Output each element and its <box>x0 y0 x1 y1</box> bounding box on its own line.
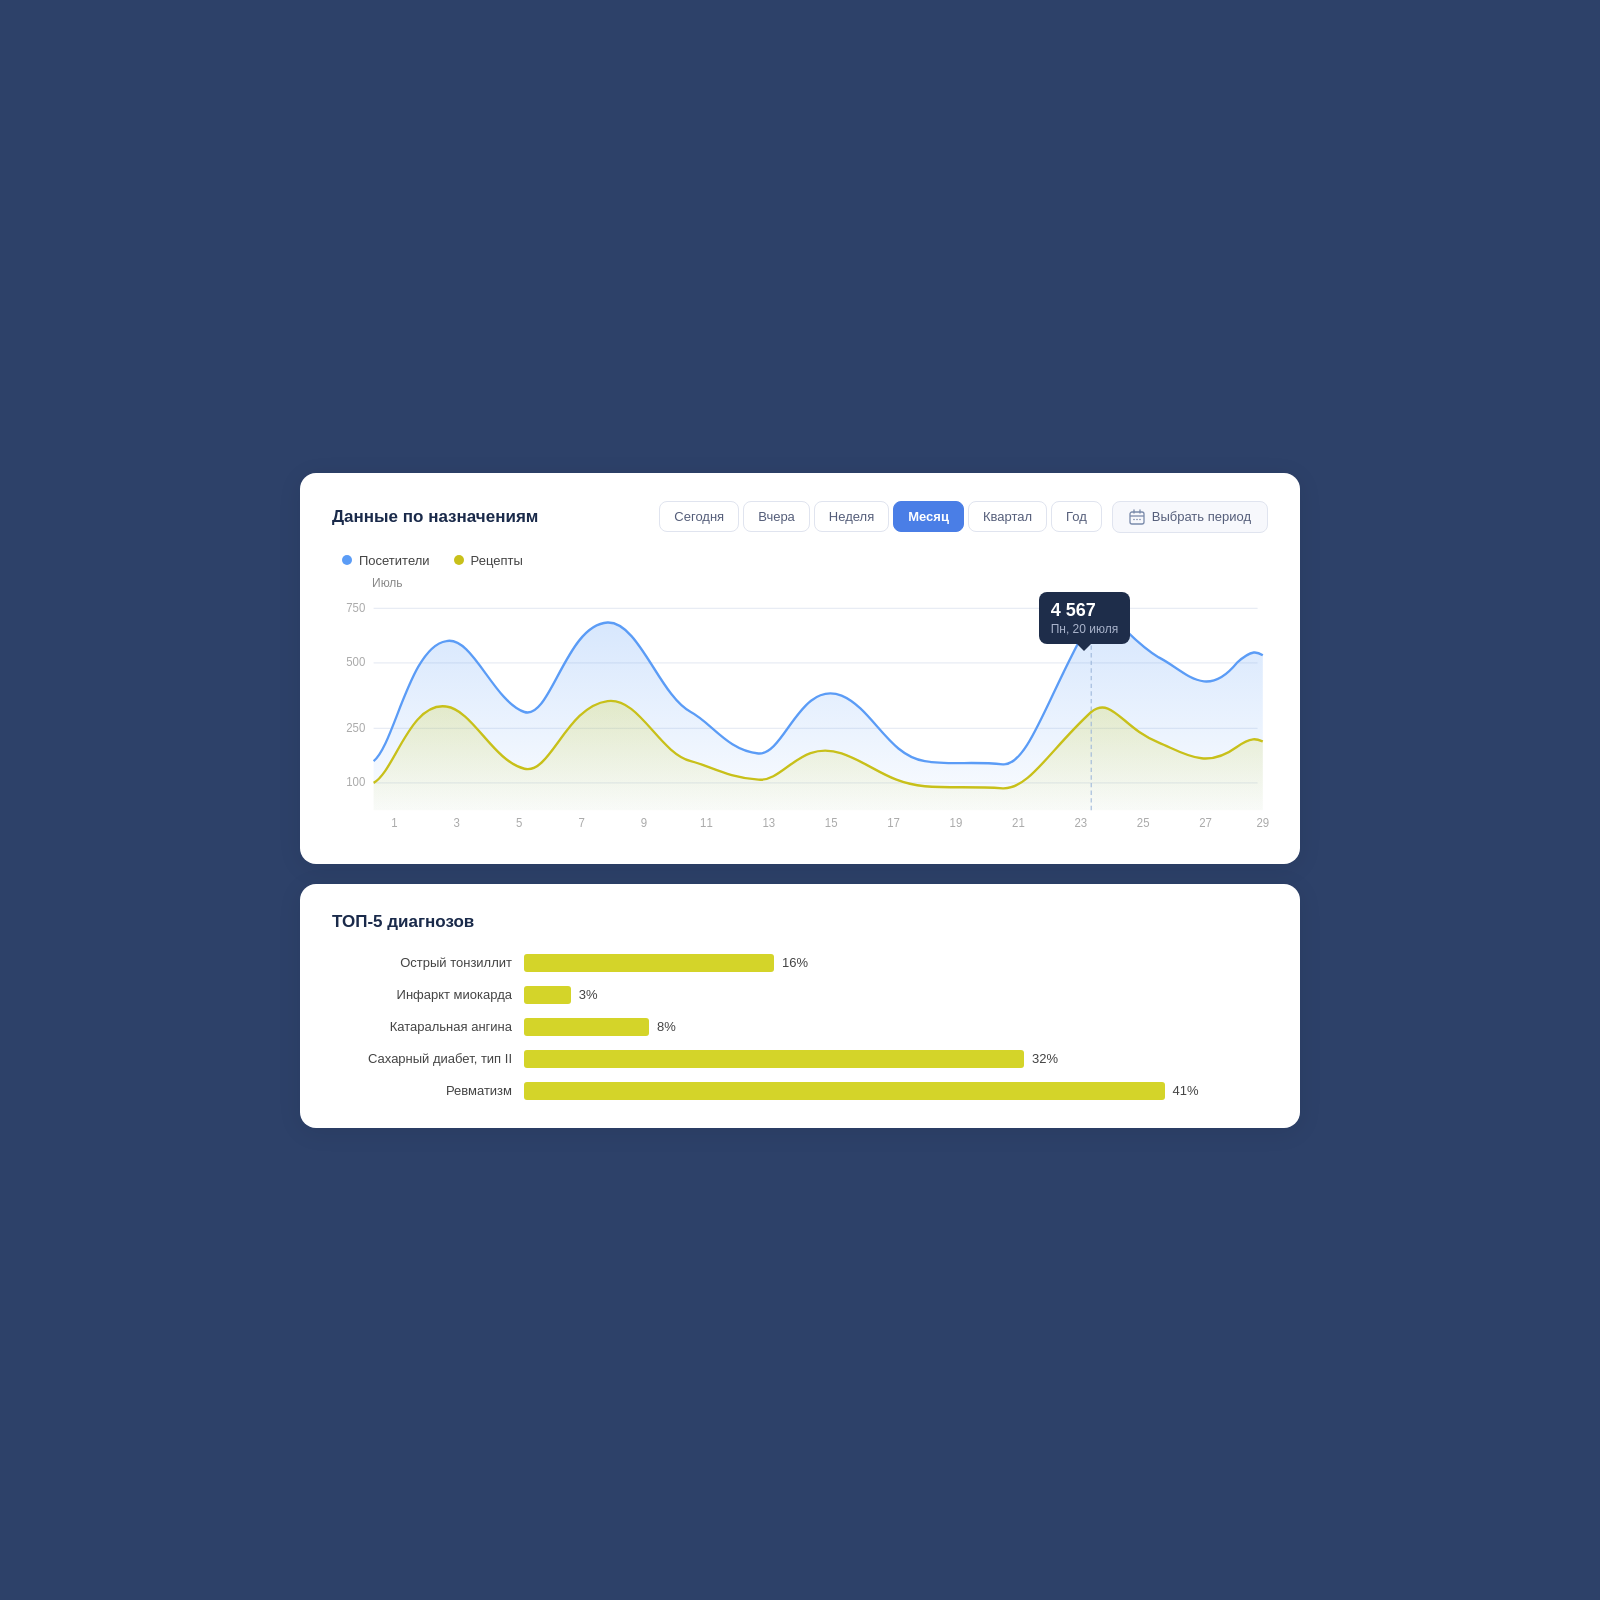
svg-text:11: 11 <box>700 815 713 828</box>
bar-track-4: 41% <box>524 1082 1268 1100</box>
svg-text:250: 250 <box>346 720 366 733</box>
bar-track-1: 3% <box>524 986 1268 1004</box>
bar-rows: Острый тонзиллит 16% Инфаркт миокарда 3%… <box>332 954 1268 1100</box>
svg-text:100: 100 <box>346 774 366 787</box>
list-item: Ревматизм 41% <box>332 1082 1268 1100</box>
svg-text:500: 500 <box>346 654 366 667</box>
bar-percent-2: 8% <box>657 1019 676 1034</box>
bar-fill-0 <box>524 954 774 972</box>
bar-label-1: Инфаркт миокарда <box>332 987 512 1002</box>
bar-percent-1: 3% <box>579 987 598 1002</box>
period-btn-month[interactable]: Месяц <box>893 501 964 532</box>
svg-text:750: 750 <box>346 600 366 613</box>
bar-percent-4: 41% <box>1173 1083 1199 1098</box>
svg-text:27: 27 <box>1199 815 1212 828</box>
svg-text:25: 25 <box>1137 815 1150 828</box>
chart-card: Данные по назначениям Сегодня Вчера Неде… <box>300 473 1300 864</box>
select-period-button[interactable]: Выбрать период <box>1112 501 1268 533</box>
bar-percent-0: 16% <box>782 955 808 970</box>
svg-text:21: 21 <box>1012 815 1025 828</box>
svg-point-3 <box>1139 518 1141 520</box>
chart-svg: 750 500 250 100 <box>332 592 1268 832</box>
bar-label-2: Катаральная ангина <box>332 1019 512 1034</box>
chart-header: Данные по назначениям Сегодня Вчера Неде… <box>332 501 1268 533</box>
svg-text:17: 17 <box>887 815 900 828</box>
bar-track-0: 16% <box>524 954 1268 972</box>
chart-month-label: Июль <box>332 576 1268 590</box>
svg-text:9: 9 <box>641 815 647 828</box>
bar-card: ТОП-5 диагнозов Острый тонзиллит 16% Инф… <box>300 884 1300 1128</box>
period-btn-year[interactable]: Год <box>1051 501 1102 532</box>
list-item: Катаральная ангина 8% <box>332 1018 1268 1036</box>
svg-text:7: 7 <box>578 815 584 828</box>
list-item: Инфаркт миокарда 3% <box>332 986 1268 1004</box>
svg-text:1: 1 <box>391 815 397 828</box>
svg-text:19: 19 <box>950 815 963 828</box>
legend-label-visitors: Посетители <box>359 553 430 568</box>
legend-recipes: Рецепты <box>454 553 523 568</box>
svg-point-2 <box>1136 518 1138 520</box>
period-btn-quarter[interactable]: Квартал <box>968 501 1047 532</box>
period-btn-week[interactable]: Неделя <box>814 501 889 532</box>
select-period-label: Выбрать период <box>1152 509 1251 524</box>
period-btn-today[interactable]: Сегодня <box>659 501 739 532</box>
bar-percent-3: 32% <box>1032 1051 1058 1066</box>
list-item: Острый тонзиллит 16% <box>332 954 1268 972</box>
bar-label-3: Сахарный диабет, тип II <box>332 1051 512 1066</box>
svg-text:5: 5 <box>516 815 523 828</box>
svg-text:3: 3 <box>454 815 460 828</box>
period-buttons-group: Сегодня Вчера Неделя Месяц Квартал Год В… <box>659 501 1268 533</box>
legend-visitors: Посетители <box>342 553 430 568</box>
calendar-icon <box>1129 509 1145 525</box>
bar-fill-3 <box>524 1050 1024 1068</box>
svg-text:15: 15 <box>825 815 838 828</box>
main-container: Данные по назначениям Сегодня Вчера Неде… <box>300 473 1300 1128</box>
bar-fill-4 <box>524 1082 1165 1100</box>
legend-label-recipes: Рецепты <box>471 553 523 568</box>
svg-text:23: 23 <box>1074 815 1087 828</box>
chart-wrapper: 750 500 250 100 <box>332 592 1268 836</box>
legend-dot-yellow <box>454 555 464 565</box>
legend-dot-blue <box>342 555 352 565</box>
period-btn-yesterday[interactable]: Вчера <box>743 501 810 532</box>
svg-text:13: 13 <box>762 815 775 828</box>
chart-svg-container: 750 500 250 100 <box>332 592 1268 836</box>
bar-card-title: ТОП-5 диагнозов <box>332 912 1268 932</box>
bar-track-2: 8% <box>524 1018 1268 1036</box>
bar-fill-1 <box>524 986 571 1004</box>
svg-text:29: 29 <box>1256 815 1269 828</box>
bar-label-0: Острый тонзиллит <box>332 955 512 970</box>
chart-title: Данные по назначениям <box>332 507 538 527</box>
svg-point-1 <box>1133 518 1135 520</box>
chart-legend: Посетители Рецепты <box>332 553 1268 568</box>
svg-rect-0 <box>1130 512 1144 524</box>
bar-fill-2 <box>524 1018 649 1036</box>
bar-label-4: Ревматизм <box>332 1083 512 1098</box>
list-item: Сахарный диабет, тип II 32% <box>332 1050 1268 1068</box>
bar-track-3: 32% <box>524 1050 1268 1068</box>
